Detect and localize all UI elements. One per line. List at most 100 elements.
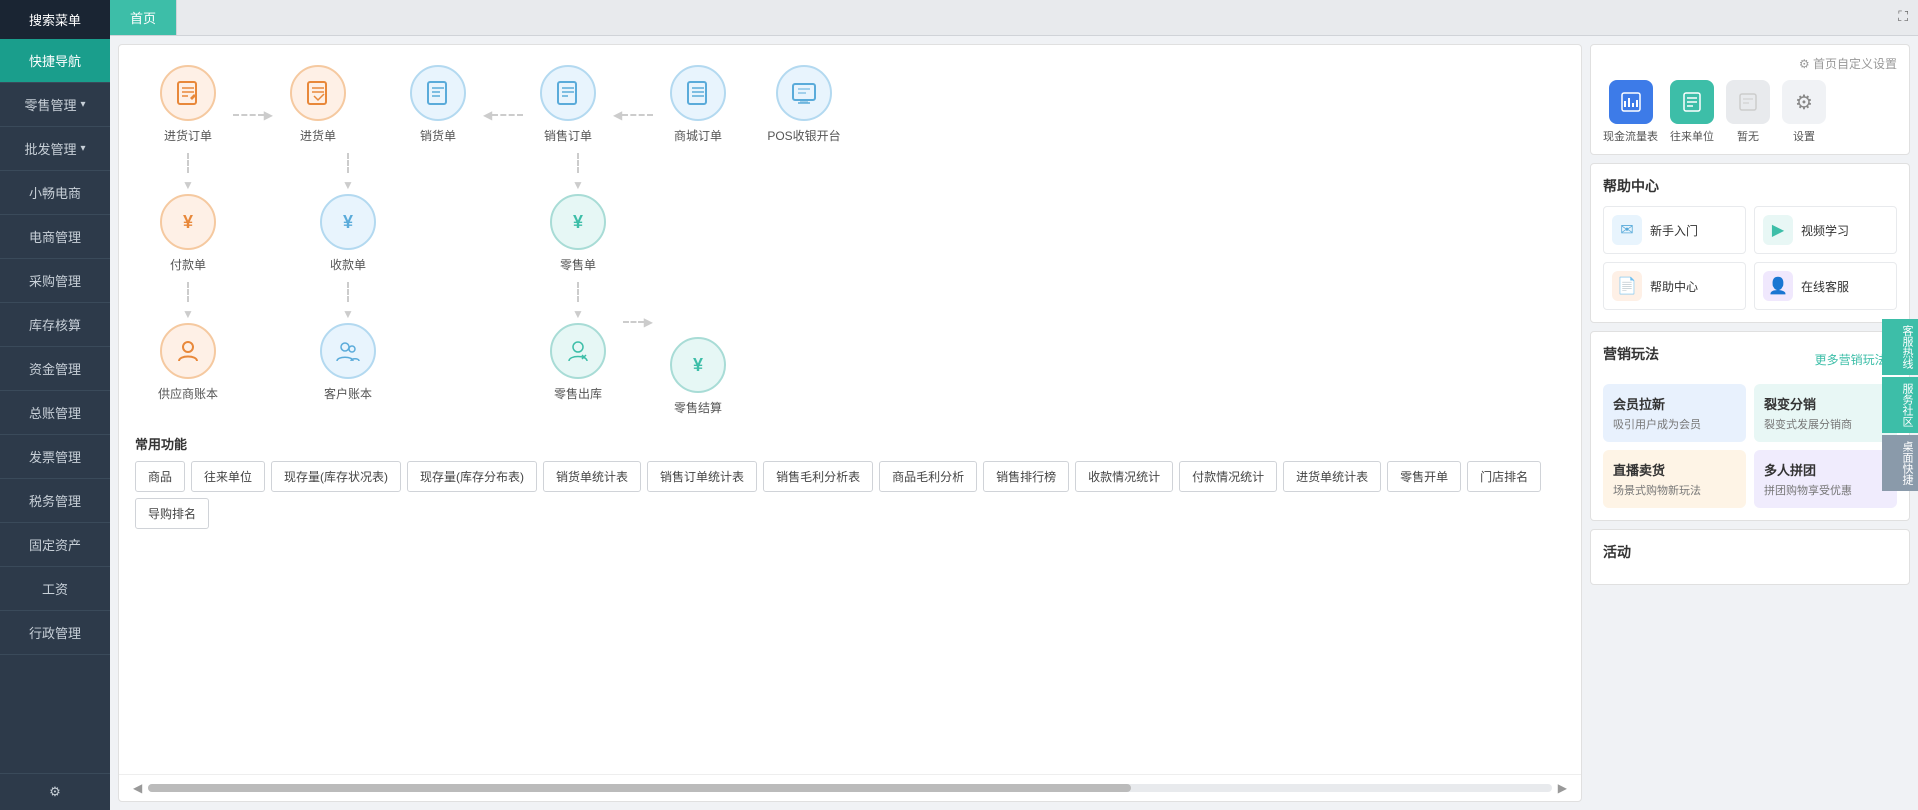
flow-node-mall-order[interactable]: 商城订单 (653, 65, 743, 144)
func-btn-guide-rank[interactable]: 导购排名 (135, 498, 209, 529)
flow-node-customer[interactable]: 客户账本 (303, 323, 393, 402)
customize-link[interactable]: ⚙ 首页自定义设置 (1603, 55, 1897, 72)
help-item-help[interactable]: 📄 帮助中心 (1603, 262, 1746, 310)
float-btn-service[interactable]: 客服热线 (1882, 319, 1918, 375)
qni-settings[interactable]: ⚙ 设置 (1782, 80, 1826, 144)
flow-node-pos[interactable]: POS收银开台 (759, 65, 849, 144)
purchase-order-icon (160, 65, 216, 121)
cashflow-icon (1609, 80, 1653, 124)
sidebar-item-wholesale[interactable]: 批发管理 ▾ (0, 127, 110, 171)
sidebar: 搜索菜单 快捷导航 零售管理 ▾ 批发管理 ▾ 小畅电商 电商管理 采购管理 库… (0, 0, 110, 810)
payment-icon: ¥ (160, 194, 216, 250)
sidebar-item-finance[interactable]: 资金管理 (0, 347, 110, 391)
sidebar-item-admin[interactable]: 行政管理 (0, 611, 110, 655)
tab-expand-icon[interactable]: ⛶ (1888, 0, 1918, 35)
marketing-card-fission[interactable]: 裂变分销 裂变式发展分销商 (1754, 384, 1897, 442)
func-btn-payment-stat[interactable]: 付款情况统计 (1179, 461, 1277, 492)
marketing-card-group[interactable]: 多人拼团 拼团购物享受优惠 (1754, 450, 1897, 508)
mall-order-icon (670, 65, 726, 121)
mc-live-title: 直播卖货 (1613, 460, 1736, 479)
sidebar-item-payroll[interactable]: 工资 (0, 567, 110, 611)
service-icon: 👤 (1763, 271, 1793, 301)
flow-node-purchase-receipt[interactable]: 进货单 (273, 65, 363, 144)
mc-group-title: 多人拼团 (1764, 460, 1887, 479)
help-item-video[interactable]: ▶ 视频学习 (1754, 206, 1897, 254)
qni-none-label: 暂无 (1737, 128, 1759, 144)
help-item-beginner[interactable]: ✉ 新手入门 (1603, 206, 1746, 254)
float-btn-shortcut[interactable]: 桌面快捷 (1882, 435, 1918, 491)
activities: 活动 (1590, 529, 1910, 585)
func-btn-sales-stat[interactable]: 销货单统计表 (543, 461, 641, 492)
sidebar-item-ecommerce[interactable]: 小畅电商 (0, 171, 110, 215)
func-btn-retail-order[interactable]: 零售开单 (1387, 461, 1461, 492)
marketing-card-member[interactable]: 会员拉新 吸引用户成为会员 (1603, 384, 1746, 442)
float-btn-community[interactable]: 服务社区 (1882, 377, 1918, 433)
units-icon (1670, 80, 1714, 124)
sidebar-item-assets[interactable]: 固定资产 (0, 523, 110, 567)
flow-node-payment[interactable]: ¥ 付款单 (143, 194, 233, 273)
mc-fission-sub: 裂变式发展分销商 (1764, 416, 1887, 432)
help-doc-icon: 📄 (1612, 271, 1642, 301)
video-icon: ▶ (1763, 215, 1793, 245)
sidebar-item-quick-nav[interactable]: 快捷导航 (0, 39, 110, 83)
sidebar-item-purchase[interactable]: 采购管理 (0, 259, 110, 303)
sidebar-search[interactable]: 搜索菜单 (0, 0, 110, 39)
func-btn-stock-status[interactable]: 现存量(库存状况表) (271, 461, 401, 492)
help-video-label: 视频学习 (1801, 222, 1849, 239)
main-area: 首页 ⛶ (110, 0, 1918, 810)
flow-node-sales-receipt[interactable]: 销货单 (393, 65, 483, 144)
mc-fission-title: 裂变分销 (1764, 394, 1887, 413)
left-panel: 进货订单 ▶ (118, 44, 1582, 802)
flow-col-po: 进货订单 (143, 65, 233, 144)
func-btn-order-stat[interactable]: 销售订单统计表 (647, 461, 757, 492)
scroll-thumb (148, 784, 1130, 792)
func-btn-sales-profit[interactable]: 销售毛利分析表 (763, 461, 873, 492)
scroll-left-arrow[interactable]: ◀ (127, 779, 148, 797)
flow-col-rv: ▼ ¥ 收款单 (303, 148, 393, 273)
mc-member-sub: 吸引用户成为会员 (1613, 416, 1736, 432)
scroll-track[interactable] (148, 784, 1552, 792)
func-btn-stock-dist[interactable]: 现存量(库存分布表) (407, 461, 537, 492)
func-btn-store-rank[interactable]: 门店排名 (1467, 461, 1541, 492)
sidebar-settings[interactable]: ⚙ (0, 773, 110, 810)
func-btn-receipt-stat[interactable]: 收款情况统计 (1075, 461, 1173, 492)
help-item-service[interactable]: 👤 在线客服 (1754, 262, 1897, 310)
sidebar-item-tax[interactable]: 税务管理 (0, 479, 110, 523)
sidebar-item-invoice[interactable]: 发票管理 (0, 435, 110, 479)
func-btn-purchase-stat[interactable]: 进货单统计表 (1283, 461, 1381, 492)
retail-settle-icon: ¥ (670, 337, 726, 393)
right-panel: ⚙ 首页自定义设置 现金流量表 (1590, 44, 1910, 802)
func-btn-goods-profit[interactable]: 商品毛利分析 (879, 461, 977, 492)
scroll-right-arrow[interactable]: ▶ (1552, 779, 1573, 797)
flow-node-retail-single[interactable]: ¥ 零售单 (533, 194, 623, 273)
qni-cashflow[interactable]: 现金流量表 (1603, 80, 1658, 144)
qni-units[interactable]: 往来单位 (1670, 80, 1714, 144)
marketing-card-live[interactable]: 直播卖货 场景式购物新玩法 (1603, 450, 1746, 508)
flow-node-receipt[interactable]: ¥ 收款单 (303, 194, 393, 273)
flow-node-purchase-order[interactable]: 进货订单 (143, 65, 233, 144)
tab-home[interactable]: 首页 (110, 0, 177, 35)
flow-node-supplier[interactable]: 供应商账本 (143, 323, 233, 402)
flow-area: 进货订单 ▶ (119, 45, 1581, 426)
flow-node-retail-settle[interactable]: ¥ 零售结算 (653, 337, 743, 416)
settings-icon: ⚙ (1782, 80, 1826, 124)
sidebar-item-ecom-manage[interactable]: 电商管理 (0, 215, 110, 259)
purchase-receipt-icon (290, 65, 346, 121)
flow-node-sales-order[interactable]: 销售订单 (523, 65, 613, 144)
flow-col-ca: ▼ 客户账本 (303, 277, 393, 402)
chevron-down-icon: ▾ (80, 143, 85, 154)
func-btn-goods[interactable]: 商品 (135, 461, 185, 492)
help-center-title: 帮助中心 (1603, 176, 1897, 196)
flow-col-pv: ▼ ¥ 付款单 (143, 148, 233, 273)
flow-col-pr: 进货单 (273, 65, 363, 144)
qni-none[interactable]: 暂无 (1726, 80, 1770, 144)
retail-single-icon: ¥ (550, 194, 606, 250)
flow-node-retail-out[interactable]: 零售出库 (533, 323, 623, 402)
help-beginner-label: 新手入门 (1650, 222, 1698, 239)
func-btn-units[interactable]: 往来单位 (191, 461, 265, 492)
chevron-down-icon: ▾ (80, 99, 85, 110)
func-btn-sales-rank[interactable]: 销售排行榜 (983, 461, 1069, 492)
sidebar-item-retail[interactable]: 零售管理 ▾ (0, 83, 110, 127)
sidebar-item-inventory[interactable]: 库存核算 (0, 303, 110, 347)
sidebar-item-ledger[interactable]: 总账管理 (0, 391, 110, 435)
